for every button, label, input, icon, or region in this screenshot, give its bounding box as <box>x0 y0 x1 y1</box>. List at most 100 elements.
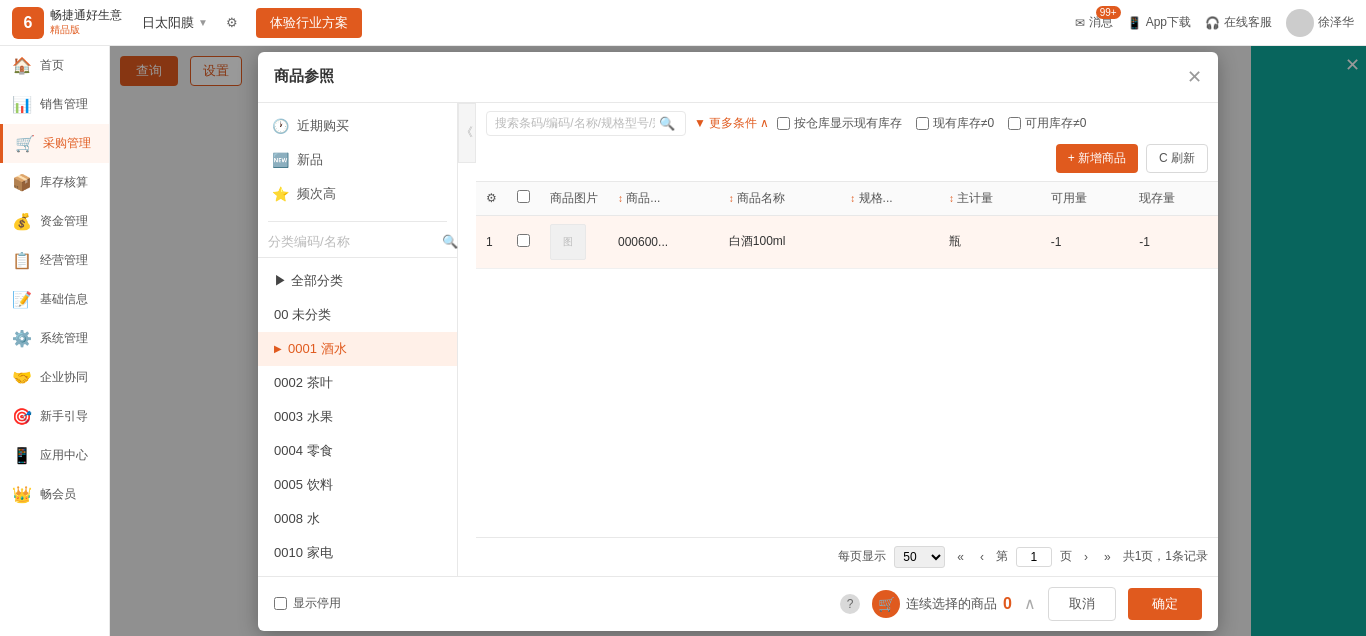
next-page-btn[interactable]: › <box>1080 548 1092 566</box>
sidebar-item-system[interactable]: ⚙️ 系统管理 <box>0 319 109 358</box>
col-name[interactable]: ↕ 商品名称 <box>719 182 840 216</box>
page-label: 第 <box>996 548 1008 565</box>
filter-more-btn[interactable]: ▼ 更多条件 ∧ <box>694 115 769 132</box>
new-product-icon: 🆕 <box>272 152 289 168</box>
message-icon: ✉ <box>1075 16 1085 30</box>
col-code[interactable]: ↕ 商品... <box>608 182 719 216</box>
purchase-icon: 🛒 <box>15 134 35 153</box>
first-page-btn[interactable]: « <box>953 548 968 566</box>
show-disabled-input[interactable] <box>274 597 287 610</box>
checkbox-current-stock-label: 现有库存≠0 <box>933 115 994 132</box>
checkbox-warehouse[interactable]: 按仓库显示现有库存 <box>777 115 902 132</box>
row-code: 000600... <box>608 215 719 268</box>
cat-search-icon[interactable]: 🔍 <box>442 234 458 249</box>
cancel-btn[interactable]: 取消 <box>1048 587 1116 621</box>
modal-close-btn[interactable]: ✕ <box>1187 66 1202 88</box>
col-available[interactable]: 可用量 <box>1041 182 1130 216</box>
row-select-checkbox[interactable] <box>517 234 530 247</box>
cat-0005-label: 0005 饮料 <box>274 476 333 494</box>
last-page-btn[interactable]: » <box>1100 548 1115 566</box>
add-product-btn[interactable]: + 新增商品 <box>1056 144 1138 173</box>
recent-tab-new[interactable]: 🆕 新品 <box>258 143 457 177</box>
product-search-input[interactable] <box>495 116 655 130</box>
cat-item-0002[interactable]: 0002 茶叶 <box>258 366 457 400</box>
cat-item-unclassified[interactable]: 00 未分类 <box>258 298 457 332</box>
table-row[interactable]: 1 图 000600... 白酒100ml <box>476 215 1218 268</box>
sort-icon-code: ↕ <box>618 193 623 204</box>
confirm-btn[interactable]: 确定 <box>1128 588 1202 620</box>
sidebar-item-basic-info[interactable]: 📝 基础信息 <box>0 280 109 319</box>
cat-item-all[interactable]: ▶ 全部分类 <box>258 264 457 298</box>
panel-collapse-btn[interactable]: 《 <box>458 103 476 163</box>
checkbox-available-stock[interactable]: 可用库存≠0 <box>1008 115 1086 132</box>
sidebar-item-home[interactable]: 🏠 首页 <box>0 46 109 85</box>
col-spec[interactable]: ↕ 规格... <box>840 182 939 216</box>
recent-tab-frequent[interactable]: ⭐ 频次高 <box>258 177 457 211</box>
product-search-icon[interactable]: 🔍 <box>659 116 675 131</box>
online-service-btn[interactable]: 🎧 在线客服 <box>1205 14 1272 31</box>
row-unit: 瓶 <box>939 215 1041 268</box>
filter-checkboxes: 按仓库显示现有库存 现有库存≠0 可用库存≠0 <box>777 115 1087 132</box>
checkbox-current-stock-input[interactable] <box>916 117 929 130</box>
col-image-label: 商品图片 <box>550 191 598 205</box>
sidebar-item-member[interactable]: 👑 畅会员 <box>0 475 109 514</box>
finance-icon: 💰 <box>12 212 32 231</box>
user-menu[interactable]: 徐泽华 <box>1286 9 1354 37</box>
sidebar-label-operations: 经营管理 <box>40 252 88 269</box>
recent-tab-recent-buys[interactable]: 🕐 近期购买 <box>258 109 457 143</box>
show-disabled-checkbox[interactable]: 显示停用 <box>274 595 341 612</box>
cat-arrow-icon: ▶ <box>274 343 282 354</box>
help-icon[interactable]: ? <box>840 594 860 614</box>
select-all-checkbox[interactable] <box>517 190 530 203</box>
product-modal: 商品参照 ✕ 🕐 近期购买 🆕 <box>258 52 1218 631</box>
product-table-wrap: ⚙ 商品图片 ↕ <box>476 182 1218 537</box>
col-unit[interactable]: ↕ 主计量 <box>939 182 1041 216</box>
messages-btn[interactable]: ✉ 消息 99+ <box>1075 14 1113 31</box>
cat-item-0004[interactable]: 0004 零食 <box>258 434 457 468</box>
col-stock[interactable]: 现存量 <box>1129 182 1218 216</box>
sidebar-item-collab[interactable]: 🤝 企业协同 <box>0 358 109 397</box>
checkbox-current-stock[interactable]: 现有库存≠0 <box>916 115 994 132</box>
store-selector[interactable]: 日太阳膜 ▼ <box>142 14 208 32</box>
cat-item-0003[interactable]: 0003 水果 <box>258 400 457 434</box>
app-download-btn[interactable]: 📱 App下载 <box>1127 14 1191 31</box>
refresh-btn[interactable]: C 刷新 <box>1146 144 1208 173</box>
sidebar-item-finance[interactable]: 💰 资金管理 <box>0 202 109 241</box>
settings-icon[interactable]: ⚙ <box>218 9 246 37</box>
trial-button[interactable]: 体验行业方案 <box>256 8 362 38</box>
cat-search-input[interactable] <box>268 234 436 249</box>
cart-info[interactable]: 🛒 连续选择的商品 0 <box>872 590 1012 618</box>
row-checkbox[interactable] <box>507 215 540 268</box>
sidebar-item-inventory[interactable]: 📦 库存核算 <box>0 163 109 202</box>
sidebar-item-sales[interactable]: 📊 销售管理 <box>0 85 109 124</box>
checkbox-available-stock-input[interactable] <box>1008 117 1021 130</box>
sidebar-label-sales: 销售管理 <box>40 96 88 113</box>
cart-collapse-icon[interactable]: ∧ <box>1024 594 1036 613</box>
cat-item-0010[interactable]: 0010 家电 <box>258 536 457 570</box>
sidebar-item-guide[interactable]: 🎯 新手引导 <box>0 397 109 436</box>
cat-item-0001[interactable]: ▶ 0001 酒水 <box>258 332 457 366</box>
page-number-input[interactable] <box>1016 547 1052 567</box>
page-suffix: 页 <box>1060 548 1072 565</box>
cat-all-label: ▶ 全部分类 <box>274 272 343 290</box>
prev-page-btn[interactable]: ‹ <box>976 548 988 566</box>
total-label: 共1页，1条记录 <box>1123 548 1208 565</box>
cat-item-0008[interactable]: 0008 水 <box>258 502 457 536</box>
sidebar-item-purchase[interactable]: 🛒 采购管理 <box>0 124 109 163</box>
cart-icon: 🛒 <box>872 590 900 618</box>
modal-header: 商品参照 ✕ <box>258 52 1218 103</box>
recent-buy-icon: 🕐 <box>272 118 289 134</box>
cart-count: 0 <box>1003 595 1012 613</box>
sidebar-item-operations[interactable]: 📋 经营管理 <box>0 241 109 280</box>
cat-item-0005[interactable]: 0005 饮料 <box>258 468 457 502</box>
sidebar-label-collab: 企业协同 <box>40 369 88 386</box>
col-name-label: 商品名称 <box>737 191 785 205</box>
sidebar-label-system: 系统管理 <box>40 330 88 347</box>
cat-search-bar: 🔍 <box>258 226 457 258</box>
checkbox-warehouse-input[interactable] <box>777 117 790 130</box>
page-size-select[interactable]: 50 100 200 <box>894 546 945 568</box>
system-icon: ⚙️ <box>12 329 32 348</box>
modal-overlay: 商品参照 ✕ 🕐 近期购买 🆕 <box>110 46 1366 636</box>
col-settings[interactable]: ⚙ <box>476 182 507 216</box>
sidebar-item-apps[interactable]: 📱 应用中心 <box>0 436 109 475</box>
